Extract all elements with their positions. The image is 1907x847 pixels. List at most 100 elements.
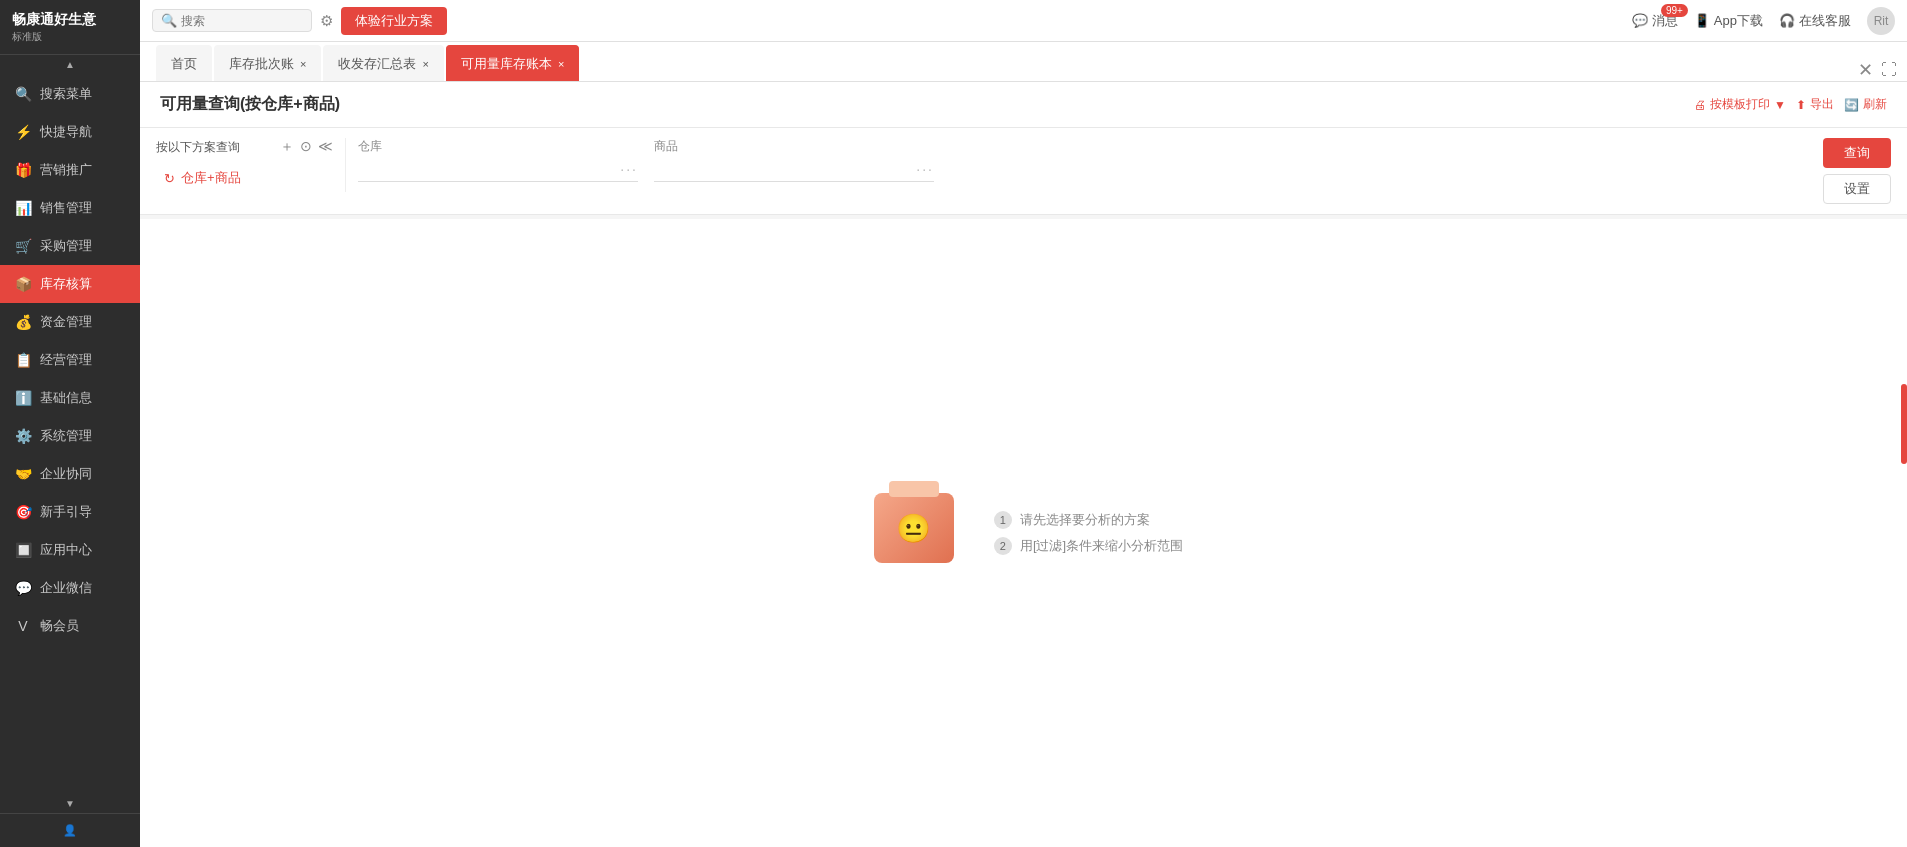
collapse-scheme-button[interactable]: ≪ [318,138,333,156]
tab-available-stock[interactable]: 可用量库存账本 × [446,45,579,81]
settings-scheme-button[interactable]: ⊙ [300,138,312,156]
print-icon: 🖨 [1694,98,1706,112]
topbar-search-container[interactable]: 🔍 [152,9,312,32]
search-input[interactable] [181,14,301,28]
goods-field-label: 商品 [654,138,934,155]
sidebar-item-经营管理[interactable]: 📋经营管理 [0,341,140,379]
sidebar-item-新手引导[interactable]: 🎯新手引导 [0,493,140,531]
filter-schemes-label: 按以下方案查询 [156,139,240,156]
filter-field-warehouse: 仓库 ··· [358,138,638,182]
print-label: 按模板打印 [1710,96,1770,113]
warehouse-input[interactable] [358,162,616,177]
add-scheme-button[interactable]: ＋ [280,138,294,156]
sidebar-label-11: 新手引导 [40,503,92,521]
sidebar-item-营销推广[interactable]: 🎁营销推广 [0,151,140,189]
empty-inner: 😐 1 请先选择要分析的方案 2 用[过滤]条件来缩小分析范围 [864,483,1183,583]
tab-available-stock-close[interactable]: × [558,58,564,70]
goods-input[interactable] [654,162,912,177]
sidebar-icon-5: 📦 [14,276,32,292]
trial-button[interactable]: 体验行业方案 [341,7,447,35]
sidebar-label-6: 资金管理 [40,313,92,331]
sidebar-icon-0: 🔍 [14,86,32,102]
tab-stock-summary[interactable]: 收发存汇总表 × [323,45,443,81]
sidebar-item-销售管理[interactable]: 📊 销售管理 [0,189,140,227]
app-download-label: App下载 [1714,12,1763,30]
sidebar-icon-6: 💰 [14,314,32,330]
sidebar-icon-14: V [14,618,32,634]
hint-text-2: 用[过滤]条件来缩小分析范围 [1020,537,1183,555]
empty-hint-1: 1 请先选择要分析的方案 [994,511,1183,529]
print-button[interactable]: 🖨 按模板打印 ▼ [1694,96,1786,113]
empty-state: 😐 1 请先选择要分析的方案 2 用[过滤]条件来缩小分析范围 [140,219,1907,847]
expand-window-icon[interactable]: ⛶ [1881,61,1897,79]
sidebar-item-采购管理[interactable]: 🛒采购管理 [0,227,140,265]
gear-icon[interactable]: ⚙ [320,12,333,30]
sidebar-item-库存核算[interactable]: 📦库存核算 [0,265,140,303]
sidebar-icon-8: ℹ️ [14,390,32,406]
filter-field-goods: 商品 ··· [654,138,934,182]
sidebar-icon-2: 🎁 [14,162,32,178]
refresh-label: 刷新 [1863,96,1887,113]
sidebar-icon-3: 📊 [14,200,32,216]
app-download-link[interactable]: 📱 App下载 [1694,12,1763,30]
page-title: 可用量查询(按仓库+商品) [160,94,340,115]
tab-expand-area: ✕ ⛶ [1848,59,1907,81]
online-service-link[interactable]: 🎧 在线客服 [1779,12,1851,30]
empty-box-face: 😐 [896,512,931,545]
message-badge: 99+ [1661,4,1688,17]
tab-inventory-batch-close[interactable]: × [300,58,306,70]
tabs-bar: 首页 库存批次账 × 收发存汇总表 × 可用量库存账本 × ✕ ⛶ [140,42,1907,82]
sidebar-item-企业协同[interactable]: 🤝企业协同 [0,455,140,493]
filter-area: 按以下方案查询 ＋ ⊙ ≪ ↻ 仓库+商品 仓库 [140,128,1907,215]
scheme-item-warehouse-goods[interactable]: ↻ 仓库+商品 [156,164,333,192]
sidebar-label-3: 销售管理 [40,199,92,217]
sidebar-item-资金管理[interactable]: 💰 资金管理 [0,303,140,341]
sidebar-scroll-up[interactable]: ▲ [0,55,140,75]
empty-illustration: 😐 [864,483,964,583]
export-icon: ⬆ [1796,98,1806,112]
sidebar-item-企业微信[interactable]: 💬企业微信 [0,569,140,607]
page-content: 可用量查询(按仓库+商品) 🖨 按模板打印 ▼ ⬆ 导出 🔄 刷新 [140,82,1907,847]
message-icon: 💬 [1632,13,1648,28]
warehouse-more-icon[interactable]: ··· [620,161,638,177]
scheme-item-label: 仓库+商品 [181,169,241,187]
sidebar-label-7: 经营管理 [40,351,92,369]
sidebar-item-畅会员[interactable]: V 畅会员 [0,607,140,645]
tab-inventory-batch[interactable]: 库存批次账 × [214,45,321,81]
filter-schemes-panel: 按以下方案查询 ＋ ⊙ ≪ ↻ 仓库+商品 [156,138,346,192]
print-dropdown-icon[interactable]: ▼ [1774,98,1786,112]
sidebar-label-1: 快捷导航 [40,123,92,141]
empty-box-illustration: 😐 [874,493,954,563]
page-header: 可用量查询(按仓库+商品) 🖨 按模板打印 ▼ ⬆ 导出 🔄 刷新 [140,82,1907,128]
hint-number-2: 2 [994,537,1012,555]
goods-more-icon[interactable]: ··· [916,161,934,177]
export-button[interactable]: ⬆ 导出 [1796,96,1834,113]
sidebar-item-系统管理[interactable]: ⚙️系统管理 [0,417,140,455]
tab-stock-summary-close[interactable]: × [422,58,428,70]
close-window-icon[interactable]: ✕ [1858,59,1873,81]
tab-home[interactable]: 首页 [156,45,212,81]
filter-fields: 仓库 ··· 商品 ··· [358,138,1811,182]
query-button[interactable]: 查询 [1823,138,1891,168]
sidebar-item-搜索菜单[interactable]: 🔍搜索菜单 [0,75,140,113]
headset-icon: 🎧 [1779,13,1795,28]
sidebar-item-快捷导航[interactable]: ⚡快捷导航 [0,113,140,151]
sidebar-label-8: 基础信息 [40,389,92,407]
scheme-actions: ＋ ⊙ ≪ [280,138,333,156]
sidebar-label-9: 系统管理 [40,427,92,445]
refresh-icon: 🔄 [1844,98,1859,112]
sidebar-label-14: 畅会员 [40,617,79,635]
settings-button[interactable]: 设置 [1823,174,1891,204]
sidebar-label-12: 应用中心 [40,541,92,559]
goods-field-input: ··· [654,157,934,182]
sidebar-label-4: 采购管理 [40,237,92,255]
sidebar-icon-12: 🔲 [14,542,32,558]
user-avatar[interactable]: Rit [1867,7,1895,35]
sidebar-scroll-down[interactable]: ▼ [0,793,140,813]
sidebar-bottom: 👤 [0,813,140,847]
refresh-button[interactable]: 🔄 刷新 [1844,96,1887,113]
message-button[interactable]: 💬 消息 99+ [1632,12,1678,30]
sidebar-item-应用中心[interactable]: 🔲 应用中心 [0,531,140,569]
app-name: 畅康通好生意 [12,10,128,30]
sidebar-item-基础信息[interactable]: ℹ️ 基础信息 [0,379,140,417]
